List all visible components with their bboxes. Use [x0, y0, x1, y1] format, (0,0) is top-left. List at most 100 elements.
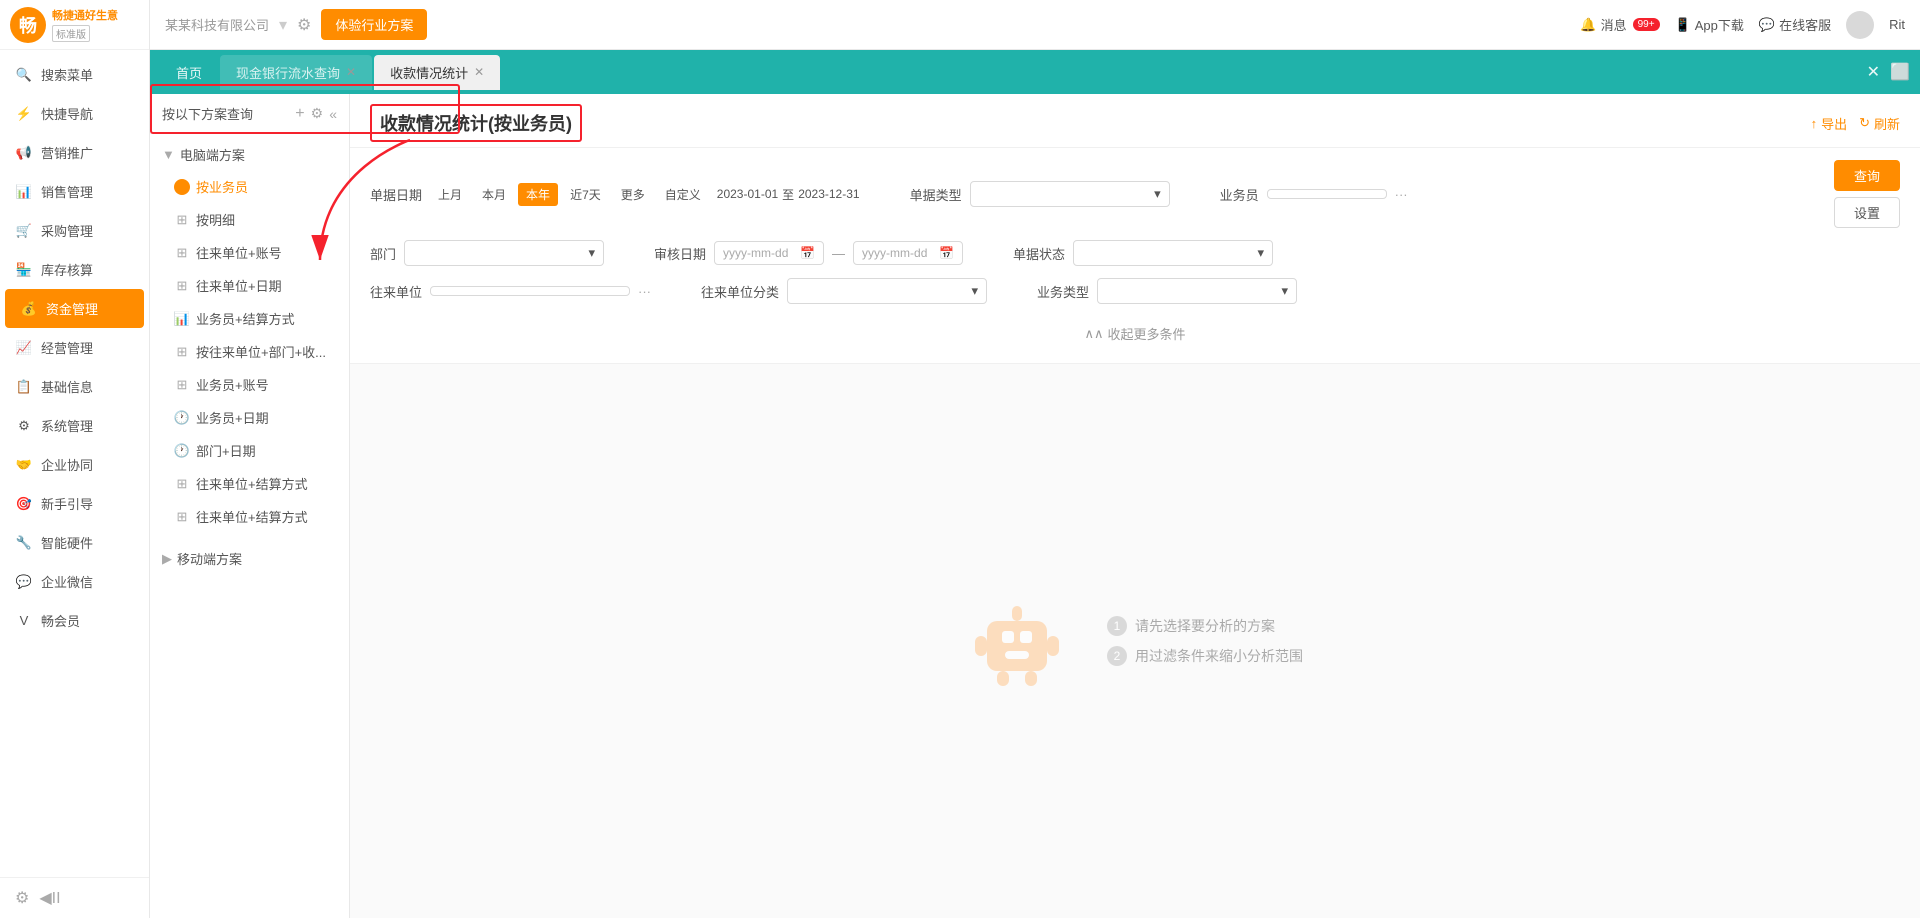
scheme-header: 按以下方案查询 + ⚙ «	[150, 94, 349, 134]
nav-label-enterprise: 企业协同	[41, 455, 93, 474]
settings-btn[interactable]: 设置	[1834, 197, 1900, 228]
sidebar-item-hardware[interactable]: 🔧 智能硬件	[0, 523, 149, 562]
tab-home[interactable]: 首页	[160, 55, 218, 90]
scheme-group-mobile-header[interactable]: ▶ 移动端方案	[150, 543, 349, 574]
basic-icon: 📋	[15, 378, 33, 396]
date-tab-more[interactable]: 更多	[613, 183, 653, 206]
tab-collection[interactable]: 收款情况统计 ✕	[374, 55, 500, 90]
date-to: 2023-12-31	[798, 187, 859, 201]
scheme-add-icon[interactable]: +	[295, 105, 304, 123]
sidebar-nav: 🔍 搜索菜单 ⚡ 快捷导航 📢 营销推广 📊 销售管理 🛒 采购管理 🏪 库存核…	[0, 50, 149, 877]
message-btn[interactable]: 🔔 消息 99+	[1580, 15, 1659, 34]
user-avatar[interactable]	[1846, 11, 1874, 39]
counterpartytype-select[interactable]: ▾	[787, 278, 987, 304]
scheme-item-2[interactable]: ⊞ 往来单位+账号	[150, 236, 349, 269]
page-header: 收款情况统计(按业务员) ↑ 导出 ↻ 刷新	[350, 94, 1920, 148]
filter-counterparty-item: 往来单位 ···	[370, 282, 651, 301]
scheme-item-9[interactable]: ⊞ 往来单位+结算方式	[150, 467, 349, 500]
scheme-item-5[interactable]: ⊞ 按往来单位+部门+收...	[150, 335, 349, 368]
sidebar-item-enterprise[interactable]: 🤝 企业协同	[0, 445, 149, 484]
nav-label-hardware: 智能硬件	[41, 533, 93, 552]
cal-from-icon[interactable]: 📅	[800, 246, 815, 260]
empty-tip-2: 2 用过滤条件来缩小分析范围	[1107, 646, 1303, 666]
sidebar-item-sales[interactable]: 📊 销售管理	[0, 172, 149, 211]
nav-label-quicknav: 快捷导航	[41, 104, 93, 123]
date-tab-thismonth[interactable]: 本月	[474, 183, 514, 206]
export-btn[interactable]: ↑ 导出	[1811, 114, 1848, 133]
billtype-chevron-icon: ▾	[1154, 186, 1161, 202]
nav-label-search: 搜索菜单	[41, 65, 93, 84]
scheme-item-label-10: 往来单位+结算方式	[196, 507, 308, 526]
counterparty-more-icon[interactable]: ···	[638, 284, 651, 299]
businesstype-label: 业务类型	[1037, 282, 1089, 301]
tabs-bar: 首页 现金银行流水查询 ✕ 收款情况统计 ✕ ✕ ⬜	[150, 50, 1920, 94]
nav-label-marketing: 营销推广	[41, 143, 93, 162]
scheme-item-icon-0	[174, 179, 190, 195]
empty-content: 1 请先选择要分析的方案 2 用过滤条件来缩小分析范围	[967, 591, 1303, 691]
date-tab-lastmonth[interactable]: 上月	[430, 183, 470, 206]
settings-gear-icon[interactable]: ⚙	[297, 15, 311, 35]
page-title: 收款情况统计(按业务员)	[370, 104, 582, 142]
scheme-item-0[interactable]: 按业务员	[150, 170, 349, 203]
scheme-item-7[interactable]: 🕐 业务员+日期	[150, 401, 349, 434]
scheme-item-1[interactable]: ⊞ 按明细	[150, 203, 349, 236]
date-tab-7days[interactable]: 近7天	[562, 183, 609, 206]
service-icon: 💬	[1759, 17, 1775, 33]
sidebar-item-quicknav[interactable]: ⚡ 快捷导航	[0, 94, 149, 133]
sidebar-item-guide[interactable]: 🎯 新手引导	[0, 484, 149, 523]
settings-footer-icon[interactable]: ⚙	[15, 888, 29, 908]
scheme-item-6[interactable]: ⊞ 业务员+账号	[150, 368, 349, 401]
scheme-collapse-icon[interactable]: «	[329, 106, 337, 122]
refresh-btn[interactable]: ↻ 刷新	[1859, 114, 1900, 133]
nav-label-finance: 资金管理	[46, 299, 98, 318]
cal-to-icon[interactable]: 📅	[939, 246, 954, 260]
scheme-item-8[interactable]: 🕐 部门+日期	[150, 434, 349, 467]
counterparty-select[interactable]	[430, 286, 630, 296]
staff-more-icon[interactable]: ···	[1395, 187, 1408, 202]
billtype-select[interactable]: ▾	[970, 181, 1170, 207]
scheme-item-4[interactable]: 📊 业务员+结算方式	[150, 302, 349, 335]
window-close-icon[interactable]: ✕	[1867, 62, 1880, 82]
export-label: 导出	[1821, 114, 1847, 133]
sidebar-item-wechat[interactable]: 💬 企业微信	[0, 562, 149, 601]
staff-select[interactable]	[1267, 189, 1387, 199]
sidebar-item-purchase[interactable]: 🛒 采购管理	[0, 211, 149, 250]
dept-select[interactable]: ▾	[404, 240, 604, 266]
scheme-settings-icon[interactable]: ⚙	[311, 105, 324, 122]
wechat-icon: 💬	[15, 573, 33, 591]
collection-tab-close-icon[interactable]: ✕	[474, 65, 484, 79]
bank-tab-close-icon[interactable]: ✕	[346, 65, 356, 79]
sidebar-item-warehouse[interactable]: 🏪 库存核算	[0, 250, 149, 289]
app-download-btn[interactable]: 📱 App下载	[1675, 15, 1744, 34]
trial-btn[interactable]: 体验行业方案	[321, 9, 427, 40]
reviewdate-from[interactable]: yyyy-mm-dd 📅	[714, 241, 824, 265]
date-tab-custom[interactable]: 自定义	[657, 183, 709, 206]
scheme-item-10[interactable]: ⊞ 往来单位+结算方式	[150, 500, 349, 533]
chevron-right-icon: ▶	[162, 551, 172, 567]
tip-num-1: 1	[1107, 616, 1127, 636]
scheme-item-3[interactable]: ⊞ 往来单位+日期	[150, 269, 349, 302]
collapse-btn[interactable]: ∧∧ 收起更多条件	[370, 316, 1900, 351]
sidebar-item-system[interactable]: ⚙ 系统管理	[0, 406, 149, 445]
sidebar-item-finance[interactable]: 💰 资金管理	[5, 289, 144, 328]
sidebar-item-marketing[interactable]: 📢 营销推广	[0, 133, 149, 172]
sidebar-item-member[interactable]: V 畅会员	[0, 601, 149, 640]
scheme-header-label: 按以下方案查询	[162, 104, 253, 123]
nav-label-wechat: 企业微信	[41, 572, 93, 591]
date-tab-thisyear[interactable]: 本年	[518, 183, 558, 206]
dropdown-icon[interactable]: ▾	[279, 15, 287, 35]
sidebar-item-basic[interactable]: 📋 基础信息	[0, 367, 149, 406]
scheme-item-label-9: 往来单位+结算方式	[196, 474, 308, 493]
tab-bank[interactable]: 现金银行流水查询 ✕	[220, 55, 372, 90]
query-btn[interactable]: 查询	[1834, 160, 1900, 191]
scheme-item-icon-6: ⊞	[174, 377, 190, 393]
scheme-group-desktop-header[interactable]: ▼ 电脑端方案	[150, 139, 349, 170]
reviewdate-to[interactable]: yyyy-mm-dd 📅	[853, 241, 963, 265]
sidebar-item-search[interactable]: 🔍 搜索菜单	[0, 55, 149, 94]
window-maximize-icon[interactable]: ⬜	[1890, 62, 1910, 82]
billstatus-select[interactable]: ▾	[1073, 240, 1273, 266]
businesstype-select[interactable]: ▾	[1097, 278, 1297, 304]
sidebar-item-operation[interactable]: 📈 经营管理	[0, 328, 149, 367]
collapse-sidebar-icon[interactable]: ◀II	[39, 888, 60, 908]
online-service-btn[interactable]: 💬 在线客服	[1759, 15, 1831, 34]
